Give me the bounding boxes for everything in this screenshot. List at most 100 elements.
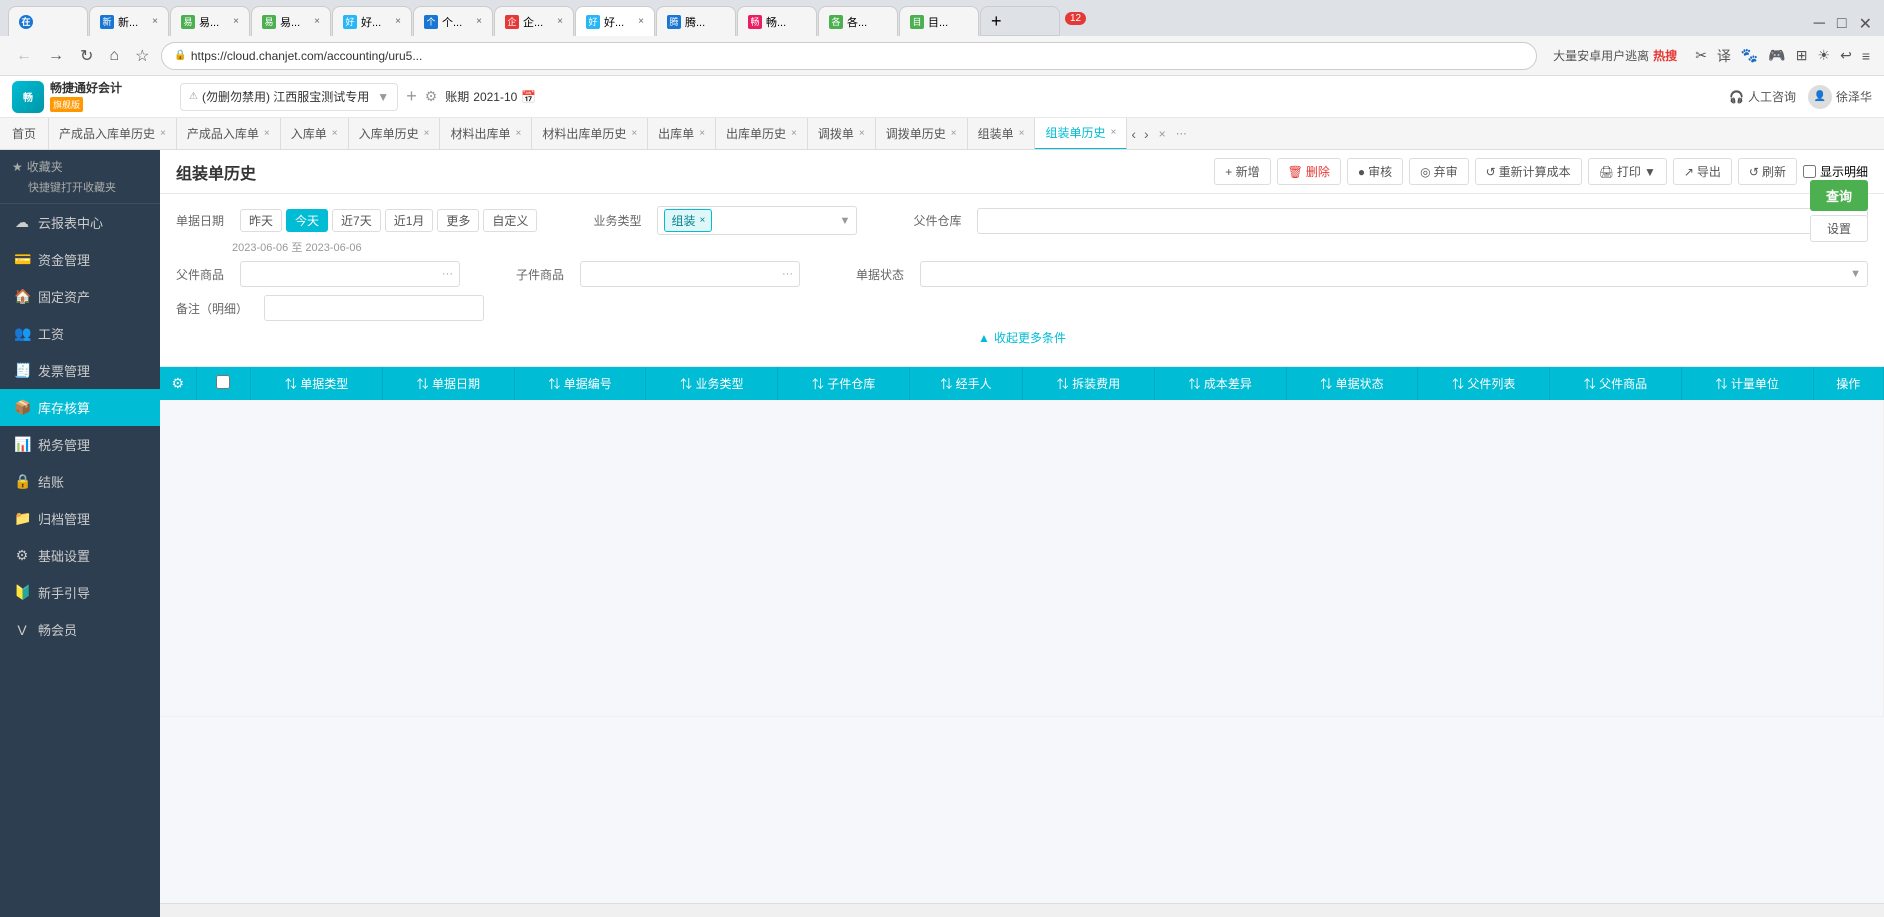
reload-button[interactable]: ↻ bbox=[76, 44, 97, 68]
nav-tab-1-close[interactable]: × bbox=[160, 128, 166, 139]
nav-tab-5-close[interactable]: × bbox=[515, 128, 521, 139]
filter-settings-button[interactable]: 设置 bbox=[1810, 215, 1868, 242]
company-selector[interactable]: ⚠ (勿删勿禁用) 江西服宝测试专用 ▼ bbox=[180, 83, 398, 111]
add-company-button[interactable]: + bbox=[406, 86, 417, 107]
browser-tab-3[interactable]: 易 易... × bbox=[170, 6, 250, 36]
print-button[interactable]: 🖨 打印 ▼ bbox=[1588, 158, 1667, 185]
search-box[interactable]: 大量安卓用户逃离 热搜 bbox=[1545, 47, 1685, 64]
forward-button[interactable]: → bbox=[44, 45, 68, 67]
query-button[interactable]: 查询 bbox=[1810, 180, 1868, 211]
company-settings-icon[interactable]: ⚙ bbox=[425, 88, 438, 105]
nav-tab-7-close[interactable]: × bbox=[699, 128, 705, 139]
close-window-button[interactable]: ✕ bbox=[1855, 12, 1876, 36]
nav-tab-12[interactable]: 组装单历史 × bbox=[1035, 118, 1127, 150]
date-1month[interactable]: 近1月 bbox=[385, 209, 434, 232]
tabs-more-button[interactable]: ⋯ bbox=[1172, 127, 1191, 140]
collapse-button[interactable]: ▲ 收起更多条件 bbox=[978, 329, 1066, 346]
show-detail-input[interactable] bbox=[1803, 165, 1816, 178]
browser-tab-6[interactable]: 个 个... × bbox=[413, 6, 493, 36]
abandon-button[interactable]: ◎ 弃审 bbox=[1409, 158, 1469, 185]
nav-tab-10[interactable]: 调拨单历史 × bbox=[876, 118, 968, 150]
tab-8-close[interactable]: × bbox=[638, 16, 644, 27]
nav-tab-11-close[interactable]: × bbox=[1019, 128, 1025, 139]
address-bar[interactable]: 🔒 https://cloud.chanjet.com/accounting/u… bbox=[161, 42, 1537, 70]
tab-5-close[interactable]: × bbox=[395, 16, 401, 27]
export-button[interactable]: ↗ 导出 bbox=[1673, 158, 1732, 185]
show-detail-checkbox[interactable]: 显示明细 bbox=[1803, 163, 1868, 180]
parent-warehouse-input[interactable]: ··· bbox=[977, 208, 1868, 234]
tab-2-close[interactable]: × bbox=[152, 16, 158, 27]
sidebar-favorites[interactable]: ★ 收藏夹 快捷键打开收藏夹 bbox=[0, 150, 160, 204]
sidebar-item-settings[interactable]: ⚙ 基础设置 bbox=[0, 537, 160, 574]
undo-icon[interactable]: ↩ bbox=[1838, 45, 1854, 66]
remark-text-input[interactable] bbox=[271, 301, 477, 315]
menu-icon[interactable]: ≡ bbox=[1860, 46, 1872, 66]
nav-tab-2-close[interactable]: × bbox=[264, 128, 270, 139]
sidebar-item-fund[interactable]: 💳 资金管理 bbox=[0, 241, 160, 278]
audit-button[interactable]: ● 审核 bbox=[1347, 158, 1403, 185]
delete-button[interactable]: 🗑 删除 bbox=[1277, 158, 1341, 185]
col-parent-goods[interactable]: ⇅ 父件商品 bbox=[1550, 367, 1682, 400]
col-type[interactable]: ⇅ 单据类型 bbox=[251, 367, 383, 400]
browser-tab-1[interactable]: 在 bbox=[8, 6, 88, 36]
sidebar-item-tax[interactable]: 📊 税务管理 bbox=[0, 426, 160, 463]
col-parent-list[interactable]: ⇅ 父件列表 bbox=[1418, 367, 1550, 400]
nav-tab-2[interactable]: 产成品入库单 × bbox=[177, 118, 281, 150]
nav-tab-7[interactable]: 出库单 × bbox=[648, 118, 716, 150]
remark-input[interactable] bbox=[264, 295, 484, 321]
minimize-button[interactable]: ─ bbox=[1810, 13, 1829, 35]
tabs-scroll-left[interactable]: ‹ bbox=[1127, 126, 1140, 142]
browser-tab-11[interactable]: 各 各... bbox=[818, 6, 898, 36]
tab-4-close[interactable]: × bbox=[314, 16, 320, 27]
date-today[interactable]: 今天 bbox=[286, 209, 328, 232]
col-child-warehouse[interactable]: ⇅ 子件仓库 bbox=[778, 367, 910, 400]
refresh-button[interactable]: ↺ 刷新 bbox=[1738, 158, 1797, 185]
tab-7-close[interactable]: × bbox=[557, 16, 563, 27]
col-biz-type[interactable]: ⇅ 业务类型 bbox=[646, 367, 778, 400]
col-order-status[interactable]: ⇅ 单据状态 bbox=[1286, 367, 1418, 400]
nav-tab-3-close[interactable]: × bbox=[332, 128, 338, 139]
scissors-icon[interactable]: ✂ bbox=[1693, 45, 1709, 66]
browser-tab-7[interactable]: 企 企... × bbox=[494, 6, 574, 36]
sidebar-item-archive[interactable]: 📁 归档管理 bbox=[0, 500, 160, 537]
nav-tab-3[interactable]: 入库单 × bbox=[281, 118, 349, 150]
sidebar-item-member[interactable]: V 畅会员 bbox=[0, 611, 160, 648]
parent-goods-input[interactable]: ··· bbox=[240, 261, 460, 287]
col-handler[interactable]: ⇅ 经手人 bbox=[909, 367, 1022, 400]
nav-tab-1[interactable]: 产成品入库单历史 × bbox=[49, 118, 177, 150]
tabs-scroll-right[interactable]: › bbox=[1140, 126, 1153, 142]
col-number[interactable]: ⇅ 单据编号 bbox=[514, 367, 646, 400]
browser-tab-10[interactable]: 畅 畅... bbox=[737, 6, 817, 36]
user-info[interactable]: 👤 徐泽华 bbox=[1808, 85, 1872, 109]
sidebar-item-cloud-report[interactable]: ☁ 云报表中心 bbox=[0, 204, 160, 241]
nav-tab-9[interactable]: 调拨单 × bbox=[808, 118, 876, 150]
nav-tab-12-close[interactable]: × bbox=[1110, 127, 1116, 138]
calendar-icon[interactable]: 📅 bbox=[521, 90, 536, 104]
maximize-button[interactable]: □ bbox=[1833, 13, 1851, 35]
col-date[interactable]: ⇅ 单据日期 bbox=[382, 367, 514, 400]
horizontal-scrollbar[interactable] bbox=[160, 903, 1884, 917]
col-disassembly-cost[interactable]: ⇅ 拆装费用 bbox=[1023, 367, 1155, 400]
sun-icon[interactable]: ☀ bbox=[1816, 45, 1833, 66]
select-all-checkbox[interactable] bbox=[216, 375, 230, 389]
browser-tab-8[interactable]: 好 好... × bbox=[575, 6, 655, 36]
grid-icon[interactable]: ⊞ bbox=[1794, 45, 1810, 66]
browser-tab-9[interactable]: 腾 腾... bbox=[656, 6, 736, 36]
col-settings[interactable]: ⚙ bbox=[160, 367, 196, 400]
col-cost-diff[interactable]: ⇅ 成本差异 bbox=[1154, 367, 1286, 400]
favorites-title[interactable]: ★ 收藏夹 bbox=[12, 158, 148, 175]
sidebar-item-invoice[interactable]: 🧾 发票管理 bbox=[0, 352, 160, 389]
star-button[interactable]: ☆ bbox=[131, 44, 153, 68]
order-status-input[interactable]: ▼ bbox=[920, 261, 1868, 287]
date-custom[interactable]: 自定义 bbox=[483, 209, 537, 232]
browser-tab-4[interactable]: 易 易... × bbox=[251, 6, 331, 36]
back-button[interactable]: ← bbox=[12, 45, 36, 67]
home-button[interactable]: ⌂ bbox=[105, 45, 123, 67]
sidebar-item-salary[interactable]: 👥 工资 bbox=[0, 315, 160, 352]
tab-3-close[interactable]: × bbox=[233, 16, 239, 27]
nav-tab-4-close[interactable]: × bbox=[424, 128, 430, 139]
nav-tab-9-close[interactable]: × bbox=[859, 128, 865, 139]
close-all-tabs-button[interactable]: × bbox=[1153, 127, 1172, 141]
date-more[interactable]: 更多 bbox=[437, 209, 479, 232]
date-7days[interactable]: 近7天 bbox=[332, 209, 381, 232]
